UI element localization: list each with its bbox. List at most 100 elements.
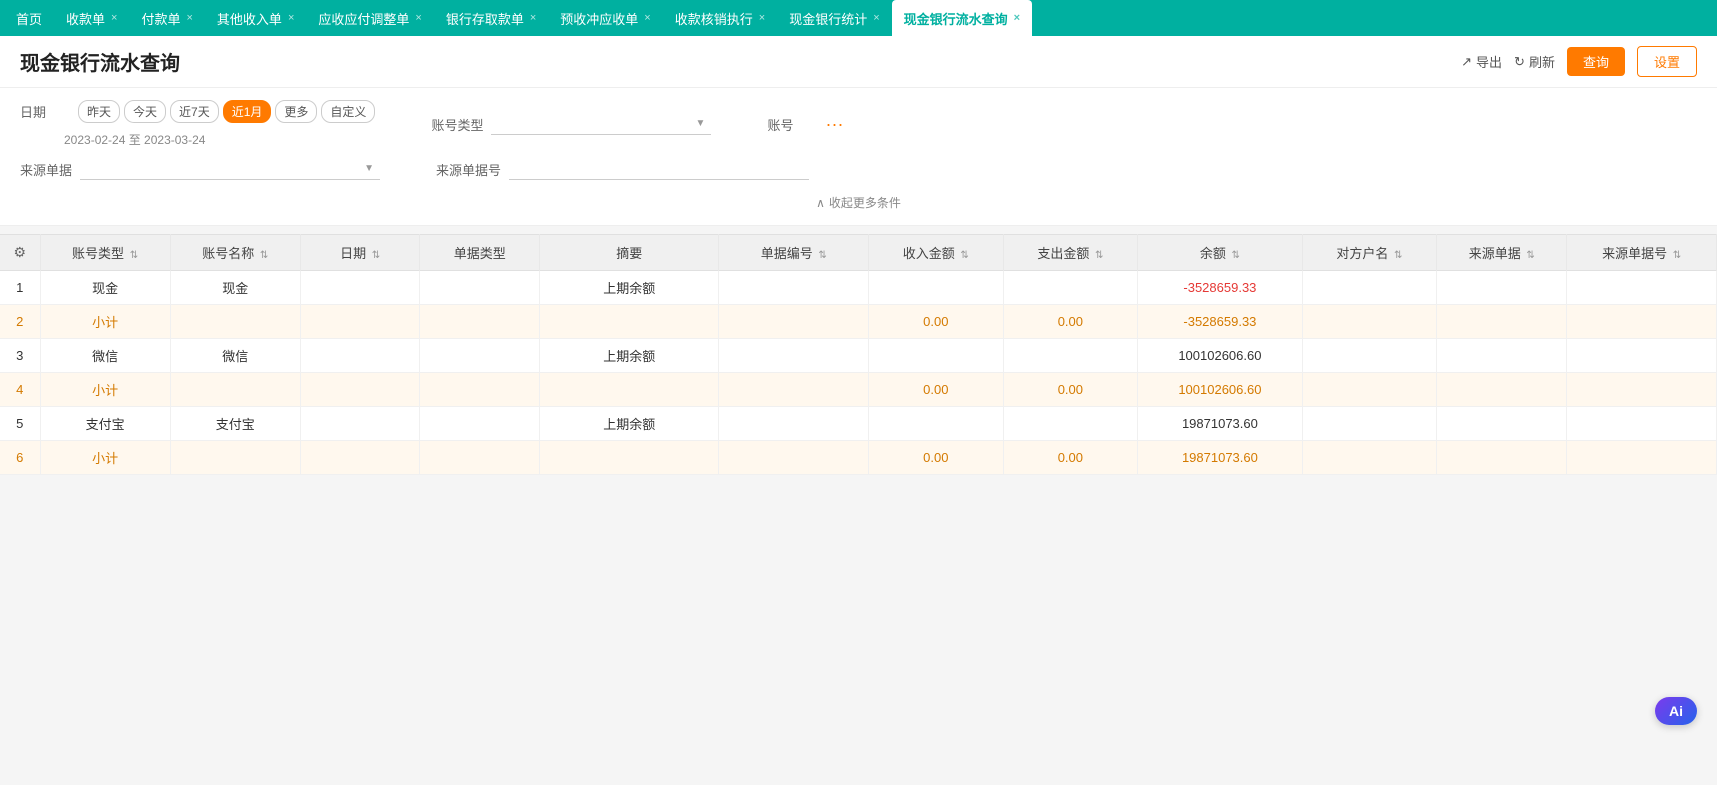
nav-bank-flow[interactable]: 现金银行流水查询 ×	[892, 0, 1032, 36]
cell-expense	[1003, 339, 1138, 373]
th-income[interactable]: 收入金额 ⇅	[869, 235, 1004, 271]
nav-adjustment[interactable]: 应收应付调整单 ×	[306, 0, 433, 36]
cell-source-doc-no	[1567, 373, 1717, 407]
cell-account-type: 小计	[40, 373, 170, 407]
th-date[interactable]: 日期 ⇅	[300, 235, 420, 271]
th-summary: 摘要	[540, 235, 719, 271]
source-doc-value	[86, 161, 90, 176]
filter-row-1: 日期 昨天 今天 近7天 近1月 更多 自定义 2023-02-24 至 202…	[20, 100, 1697, 148]
th-account-type[interactable]: 账号类型 ⇅	[40, 235, 170, 271]
nav-bank-stats[interactable]: 现金银行统计 ×	[777, 0, 891, 36]
cell-expense	[1003, 407, 1138, 441]
date-btn-yesterday[interactable]: 昨天	[78, 100, 120, 123]
th-source-no[interactable]: 来源单据号 ⇅	[1567, 235, 1717, 271]
th-balance[interactable]: 余额 ⇅	[1138, 235, 1302, 271]
sort-account-type-icon: ⇅	[130, 250, 138, 261]
top-nav: 首页 收款单 × 付款单 × 其他收入单 × 应收应付调整单 × 银行存取款单 …	[0, 0, 1717, 36]
date-btn-today[interactable]: 今天	[124, 100, 166, 123]
close-payment-icon[interactable]: ×	[186, 12, 192, 24]
cell-doc-no	[719, 441, 869, 475]
nav-home[interactable]: 首页	[4, 0, 54, 36]
date-range-display: 2023-02-24 至 2023-03-24	[64, 131, 205, 148]
cell-income	[869, 407, 1004, 441]
account-type-arrow-icon: ▼	[696, 118, 706, 129]
cell-source-doc-no	[1567, 339, 1717, 373]
nav-writeoff[interactable]: 收款核销执行 ×	[663, 0, 777, 36]
th-counterparty[interactable]: 对方户名 ⇅	[1302, 235, 1437, 271]
cell-income: 0.00	[869, 373, 1004, 407]
date-btn-custom[interactable]: 自定义	[321, 100, 375, 123]
collapse-bar[interactable]: ∧ 收起更多条件	[20, 190, 1697, 215]
cell-doc-no	[719, 407, 869, 441]
nav-receipt[interactable]: 收款单 ×	[54, 0, 129, 36]
cell-account-name: 支付宝	[170, 407, 300, 441]
cell-summary	[540, 305, 719, 339]
close-receipt-icon[interactable]: ×	[111, 12, 117, 24]
date-btn-1month[interactable]: 近1月	[223, 100, 272, 123]
cell-income	[869, 339, 1004, 373]
table-row[interactable]: 6 小计 0.00 0.00 19871073.60	[0, 441, 1717, 475]
cell-doc-no	[719, 305, 869, 339]
cell-date	[300, 339, 420, 373]
source-doc-select[interactable]: ▼	[80, 158, 380, 180]
account-dots-button[interactable]: ···	[825, 115, 843, 133]
cell-account-type: 现金	[40, 271, 170, 305]
cell-account-name: 微信	[170, 339, 300, 373]
cell-counterparty	[1302, 441, 1437, 475]
cell-doc-type	[420, 305, 540, 339]
table-row[interactable]: 3 微信 微信 上期余额 100102606.60	[0, 339, 1717, 373]
cell-date	[300, 441, 420, 475]
refresh-button[interactable]: ↻ 刷新	[1514, 52, 1555, 71]
gear-icon[interactable]: ⚙	[13, 244, 26, 260]
sort-account-name-icon: ⇅	[260, 250, 268, 261]
date-btn-more[interactable]: 更多	[275, 100, 317, 123]
cell-doc-no	[719, 373, 869, 407]
table-row[interactable]: 4 小计 0.00 0.00 100102606.60	[0, 373, 1717, 407]
cell-counterparty	[1302, 339, 1437, 373]
account-type-select[interactable]: ▼	[491, 113, 711, 135]
page-header: 现金银行流水查询 ↗ 导出 ↻ 刷新 查询 设置	[0, 36, 1717, 88]
source-doc-no-label: 来源单据号	[436, 160, 501, 179]
cell-doc-type	[420, 373, 540, 407]
date-btn-7days[interactable]: 近7天	[170, 100, 219, 123]
close-bank-deposit-icon[interactable]: ×	[530, 12, 536, 24]
source-doc-label: 来源单据	[20, 160, 72, 179]
cell-account-name: 现金	[170, 271, 300, 305]
source-doc-no-input[interactable]	[509, 158, 809, 180]
cell-counterparty	[1302, 271, 1437, 305]
close-advance-icon[interactable]: ×	[644, 12, 650, 24]
settings-button[interactable]: 设置	[1637, 46, 1697, 77]
cell-summary: 上期余额	[540, 407, 719, 441]
nav-other-income[interactable]: 其他收入单 ×	[205, 0, 306, 36]
th-expense[interactable]: 支出金额 ⇅	[1003, 235, 1138, 271]
th-source[interactable]: 来源单据 ⇅	[1437, 235, 1567, 271]
ai-badge[interactable]: Ai	[1655, 697, 1697, 725]
cell-income	[869, 271, 1004, 305]
cell-num: 1	[0, 271, 40, 305]
cell-num: 6	[0, 441, 40, 475]
th-gear[interactable]: ⚙	[0, 235, 40, 271]
table-row[interactable]: 5 支付宝 支付宝 上期余额 19871073.60	[0, 407, 1717, 441]
cell-account-type: 小计	[40, 441, 170, 475]
table-container: ⚙ 账号类型 ⇅ 账号名称 ⇅ 日期 ⇅ 单据类型 摘要	[0, 234, 1717, 475]
nav-payment[interactable]: 付款单 ×	[129, 0, 204, 36]
table-row[interactable]: 1 现金 现金 上期余额 -3528659.33	[0, 271, 1717, 305]
query-button[interactable]: 查询	[1567, 47, 1625, 76]
nav-advance[interactable]: 预收冲应收单 ×	[548, 0, 662, 36]
cell-summary: 上期余额	[540, 271, 719, 305]
close-writeoff-icon[interactable]: ×	[759, 12, 765, 24]
close-adjustment-icon[interactable]: ×	[415, 12, 421, 24]
th-doc-no[interactable]: 单据编号 ⇅	[719, 235, 869, 271]
close-bank-stats-icon[interactable]: ×	[873, 12, 879, 24]
table-row[interactable]: 2 小计 0.00 0.00 -3528659.33	[0, 305, 1717, 339]
cell-source-doc-no	[1567, 305, 1717, 339]
nav-bank-deposit[interactable]: 银行存取款单 ×	[434, 0, 548, 36]
refresh-icon: ↻	[1514, 54, 1525, 70]
close-bank-flow-icon[interactable]: ×	[1014, 12, 1020, 24]
close-other-income-icon[interactable]: ×	[288, 12, 294, 24]
cell-num: 3	[0, 339, 40, 373]
export-button[interactable]: ↗ 导出	[1461, 52, 1502, 71]
cell-date	[300, 271, 420, 305]
th-account-name[interactable]: 账号名称 ⇅	[170, 235, 300, 271]
cell-summary	[540, 373, 719, 407]
